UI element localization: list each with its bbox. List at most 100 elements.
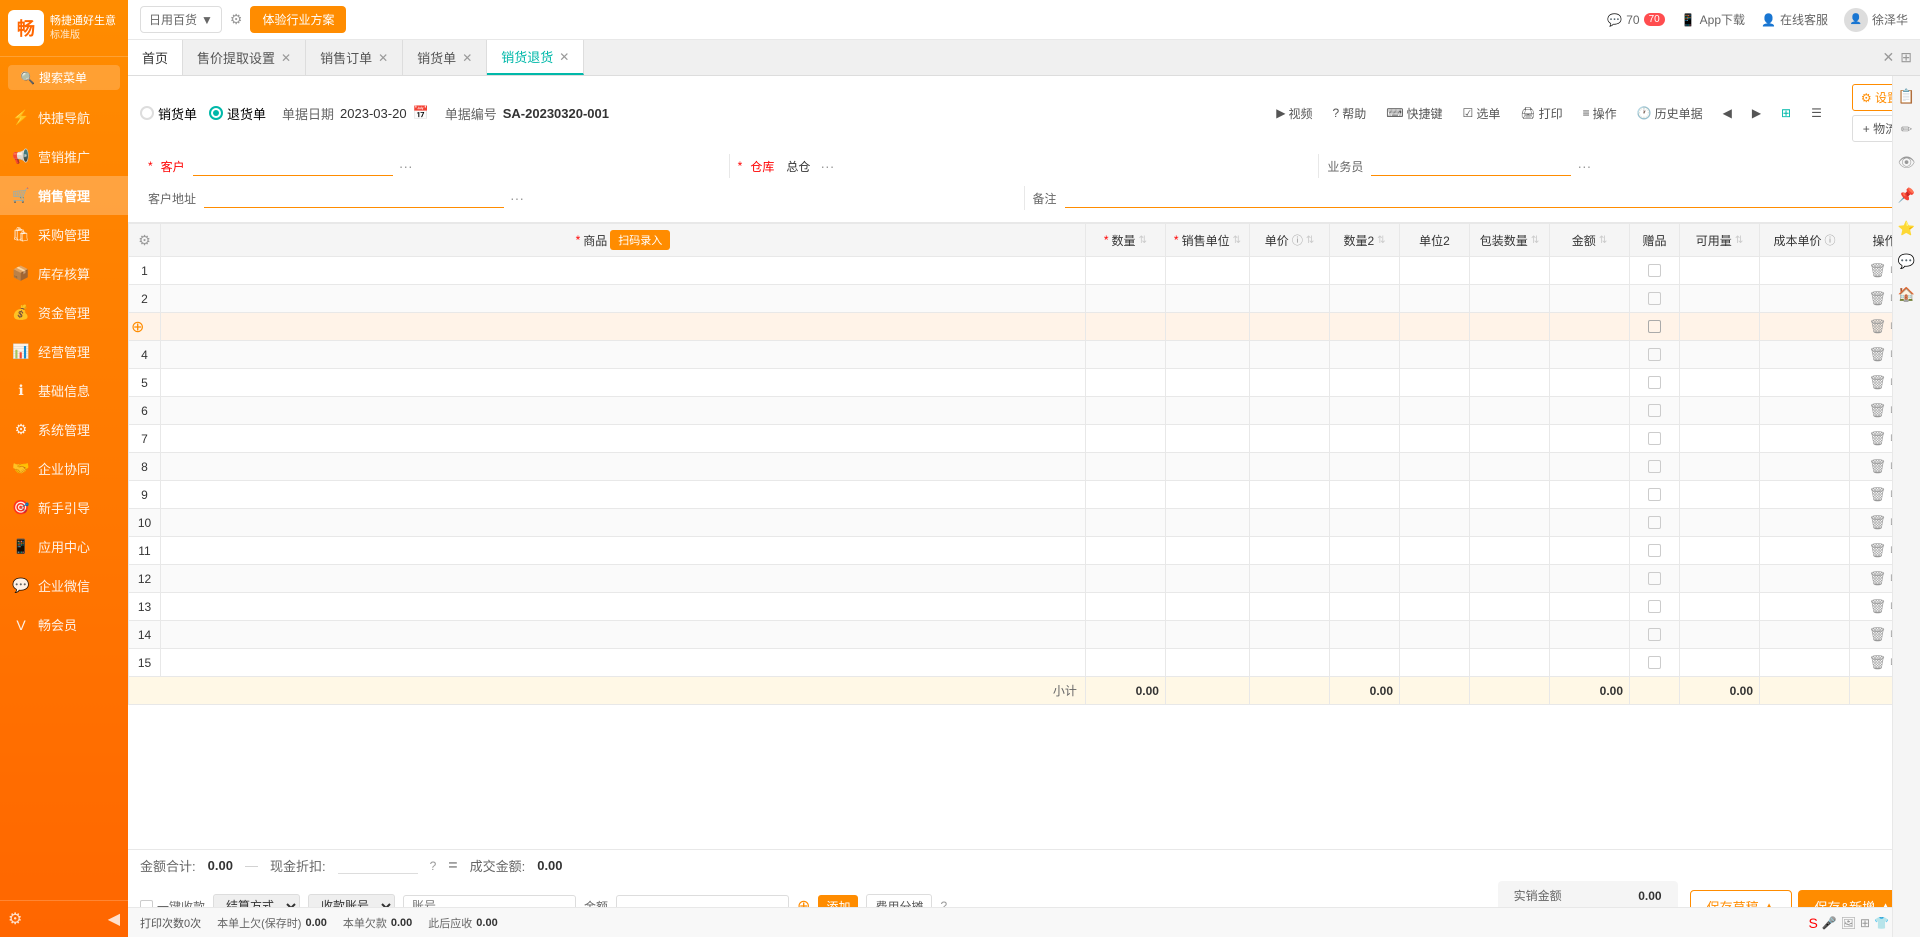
price-cell[interactable] — [1250, 285, 1330, 313]
print-count[interactable]: 打印次数0次 — [140, 915, 201, 931]
gift-checkbox[interactable] — [1648, 292, 1661, 305]
qty-cell-active[interactable] — [1085, 313, 1165, 341]
amount-cell-active[interactable] — [1550, 313, 1630, 341]
unit-cell[interactable] — [1165, 285, 1249, 313]
tab-sales-return[interactable]: 销货退货 ✕ — [487, 40, 584, 75]
gift-cell[interactable] — [1630, 285, 1680, 313]
trial-btn[interactable]: 体验行业方案 — [250, 6, 346, 33]
tab-price-setting[interactable]: 售价提取设置 ✕ — [183, 40, 306, 75]
calendar-icon[interactable]: 📅 — [413, 105, 429, 121]
radio-return[interactable]: 退货单 — [209, 104, 266, 123]
price-info-icon[interactable]: ⓘ — [1292, 232, 1303, 248]
qty2-cell-active[interactable] — [1330, 313, 1400, 341]
sidebar-item-member[interactable]: V 畅会员 — [0, 605, 128, 644]
sidebar-item-shortcuts[interactable]: ⚡ 快捷导航 — [0, 98, 128, 137]
gift-checkbox[interactable] — [1648, 544, 1661, 557]
price-cell-active[interactable] — [1250, 313, 1330, 341]
help-btn[interactable]: ? 帮助 — [1327, 103, 1373, 124]
qty2-cell[interactable] — [1330, 285, 1400, 313]
product-cell-active[interactable] — [161, 313, 1086, 341]
delete-row-icon[interactable]: 🗑 — [1869, 374, 1887, 391]
tab-sales-order[interactable]: 销售订单 ✕ — [306, 40, 403, 75]
sidebar-item-newguide[interactable]: 🎯 新手引导 — [0, 488, 128, 527]
delete-row-icon[interactable]: 🗑 — [1869, 346, 1887, 363]
search-menu[interactable]: 🔍 搜索菜单 — [8, 65, 120, 90]
sidebar-item-apps[interactable]: 📱 应用中心 — [0, 527, 128, 566]
add-row-icon[interactable]: ⊕ — [131, 317, 144, 337]
delete-row-icon[interactable]: 🗑 — [1869, 542, 1887, 559]
tab-home[interactable]: 首页 — [128, 40, 183, 75]
available-sort-icon[interactable]: ⇅ — [1735, 235, 1743, 246]
cost-info-icon[interactable]: ⓘ — [1825, 232, 1836, 248]
delete-row-icon[interactable]: 🗑 — [1869, 318, 1887, 335]
staff-dots[interactable]: ··· — [1577, 158, 1591, 174]
gift-checkbox[interactable] — [1648, 376, 1661, 389]
sidebar-item-basic[interactable]: ℹ 基础信息 — [0, 371, 128, 410]
right-panel-icon-5[interactable]: ⭐ — [1896, 216, 1917, 241]
app-logo[interactable]: 畅 畅捷通好生意 标准版 — [0, 0, 128, 57]
unit-cell-active[interactable] — [1165, 313, 1249, 341]
right-panel-icon-7[interactable]: 🏠 — [1896, 282, 1917, 307]
table-gear-icon[interactable]: ⚙ — [138, 232, 151, 248]
gift-checkbox[interactable] — [1648, 404, 1661, 417]
price-cell[interactable] — [1250, 257, 1330, 285]
gift-checkbox[interactable] — [1648, 432, 1661, 445]
message-btn[interactable]: 💬 70 70 — [1607, 13, 1664, 27]
packqty-cell[interactable] — [1470, 257, 1550, 285]
collapse-icon[interactable]: ◀ — [108, 909, 120, 929]
delete-row-icon[interactable]: 🗑 — [1869, 626, 1887, 643]
price-sort-icon[interactable]: ⇅ — [1306, 235, 1314, 246]
qty-sort-icon[interactable]: ⇅ — [1139, 235, 1147, 246]
packqty-cell[interactable] — [1470, 285, 1550, 313]
qr-icon[interactable]: ⊞ — [1860, 916, 1870, 930]
note-input[interactable] — [1065, 188, 1900, 208]
packqty-cell-active[interactable] — [1470, 313, 1550, 341]
packqty-sort-icon[interactable]: ⇅ — [1531, 235, 1539, 246]
sidebar-item-system[interactable]: ⚙ 系统管理 — [0, 410, 128, 449]
prev-record-btn[interactable]: ◀ — [1717, 104, 1738, 122]
sidebar-item-purchase[interactable]: 🛍 采购管理 — [0, 215, 128, 254]
gift-checkbox[interactable] — [1648, 600, 1661, 613]
settings-bottom-icon[interactable]: ⚙ — [8, 909, 22, 929]
discount-help-icon[interactable]: ? — [430, 859, 437, 873]
right-panel-icon-3[interactable]: 👁 — [1896, 150, 1918, 175]
shortcut-btn[interactable]: ⌨ 快捷键 — [1380, 103, 1448, 124]
qty-cell[interactable] — [1085, 257, 1165, 285]
tab-sales[interactable]: 销货单 ✕ — [403, 40, 487, 75]
qty-cell[interactable] — [1085, 285, 1165, 313]
gift-checkbox[interactable] — [1648, 264, 1661, 277]
gift-checkbox[interactable] — [1648, 488, 1661, 501]
delete-row-icon[interactable]: 🗑 — [1869, 654, 1887, 671]
delete-row-icon[interactable]: 🗑 — [1869, 402, 1887, 419]
grid-view-btn[interactable]: ⊞ — [1775, 104, 1797, 122]
tab-close-sales-return[interactable]: ✕ — [559, 50, 569, 64]
business-selector[interactable]: 日用百货 ▼ — [140, 6, 222, 33]
delete-row-icon[interactable]: 🗑 — [1869, 514, 1887, 531]
delete-row-icon[interactable]: 🗑 — [1869, 262, 1887, 279]
customer-dots[interactable]: ··· — [399, 158, 413, 174]
shirt-icon[interactable]: 👕 — [1874, 916, 1889, 930]
radio-sale[interactable]: 销货单 — [140, 104, 197, 123]
sidebar-item-finance[interactable]: 💰 资金管理 — [0, 293, 128, 332]
sidebar-item-inventory[interactable]: 📦 库存核算 — [0, 254, 128, 293]
amount-cell[interactable] — [1550, 257, 1630, 285]
delete-row-icon[interactable]: 🗑 — [1869, 570, 1887, 587]
amount-sort-icon[interactable]: ⇅ — [1599, 235, 1607, 246]
gift-checkbox[interactable] — [1648, 460, 1661, 473]
delete-row-icon[interactable]: 🗑 — [1869, 598, 1887, 615]
tab-close-sales-order[interactable]: ✕ — [378, 51, 388, 65]
sidebar-item-operations[interactable]: 📊 经营管理 — [0, 332, 128, 371]
unit-sort-icon[interactable]: ⇅ — [1233, 235, 1241, 246]
product-cell[interactable] — [161, 285, 1086, 313]
img-icon[interactable]: 🖼 — [1841, 916, 1856, 930]
history-btn[interactable]: 🕐 历史单据 — [1631, 103, 1709, 124]
video-btn[interactable]: ▶ 视频 — [1270, 103, 1318, 124]
settings-icon[interactable]: ⚙ — [230, 11, 243, 28]
right-panel-icon-1[interactable]: 📋 — [1896, 84, 1917, 109]
tab-close-price-setting[interactable]: ✕ — [281, 51, 291, 65]
app-download-btn[interactable]: 📱 App下载 — [1681, 11, 1745, 28]
gift-checkbox[interactable] — [1648, 656, 1661, 669]
print-btn[interactable]: 🖨 打印 — [1514, 103, 1568, 124]
product-input-active[interactable] — [167, 319, 1079, 334]
list-view-btn[interactable]: ☰ — [1805, 104, 1828, 122]
